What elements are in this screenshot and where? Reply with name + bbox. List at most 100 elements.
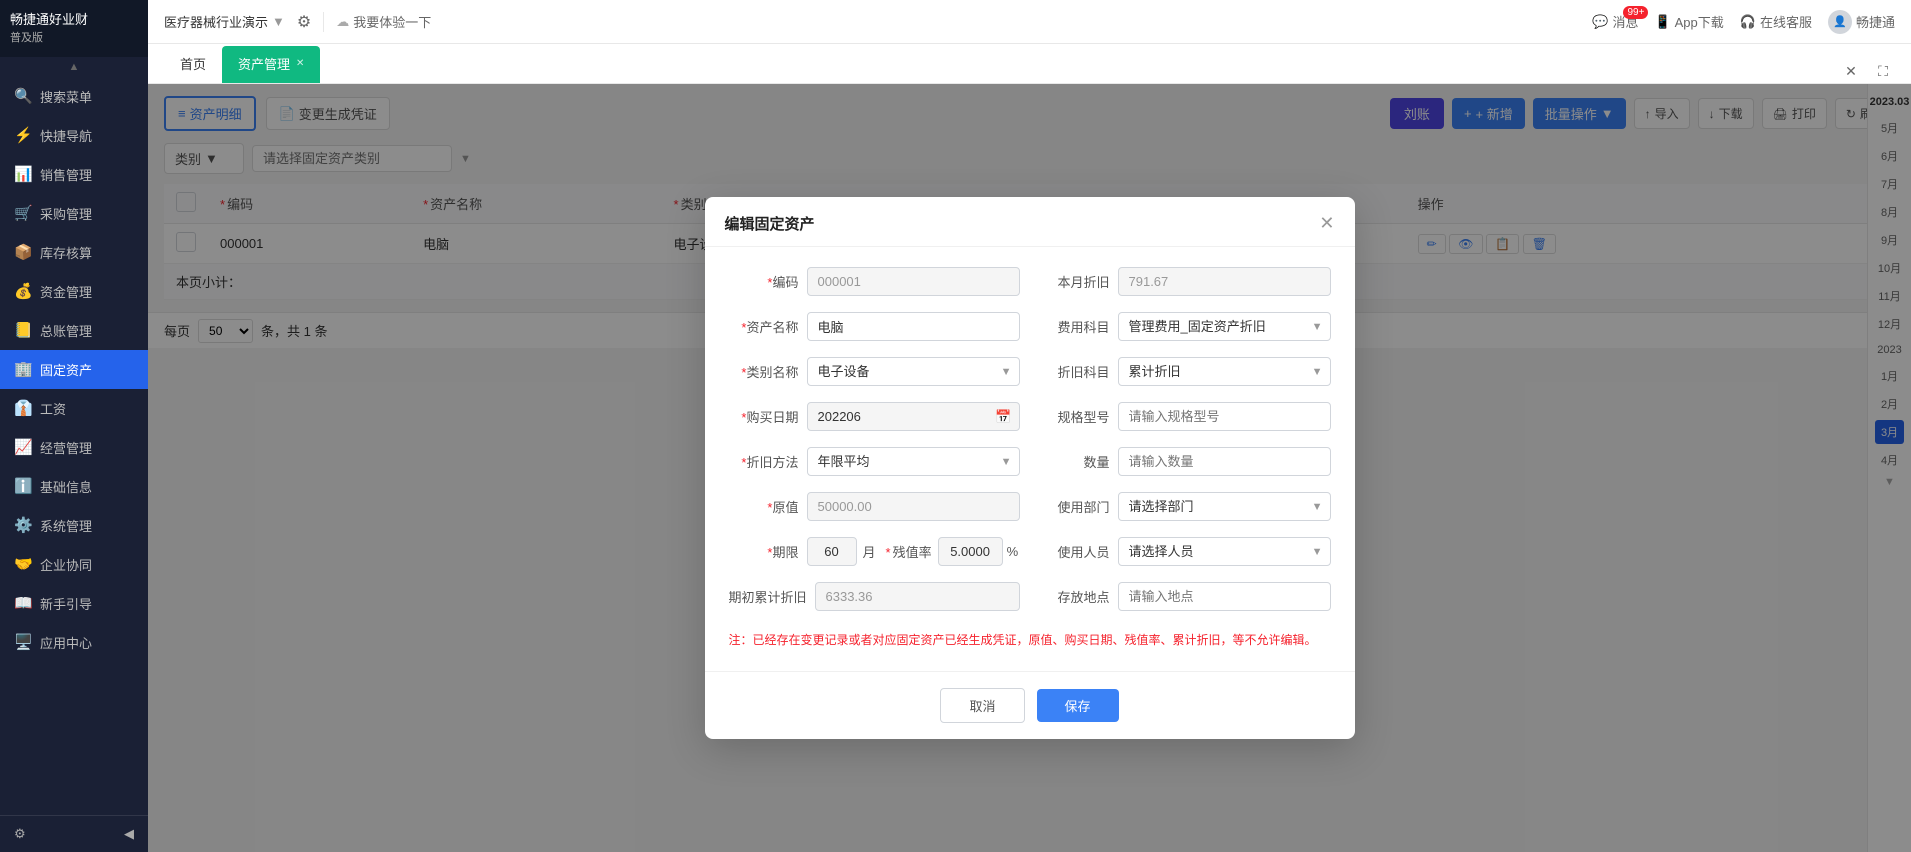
spec-field-group: 规格型号 <box>1040 402 1331 431</box>
sidebar-item-label: 采购管理 <box>40 204 92 223</box>
expense-subject-label: 费用科目 <box>1040 317 1110 336</box>
guide-icon: 📖 <box>14 594 32 612</box>
sidebar-item-search[interactable]: 🔍 搜索菜单 <box>0 77 148 116</box>
messages-badge: 99+ <box>1623 6 1648 19</box>
topbar-divider <box>323 12 324 32</box>
sidebar-item-system[interactable]: ⚙️ 系统管理 <box>0 506 148 545</box>
inventory-icon: 📦 <box>14 243 32 261</box>
sidebar-item-enterprise[interactable]: 🤝 企业协同 <box>0 545 148 584</box>
purchase-date-input[interactable] <box>807 402 1020 431</box>
modal-close-btn[interactable]: ✕ <box>1319 213 1334 234</box>
sidebar-item-label: 企业协同 <box>40 555 92 574</box>
dep-method-select[interactable]: 年限平均 <box>807 447 1020 476</box>
fixed-assets-icon: 🏢 <box>14 360 32 378</box>
operations-icon: 📈 <box>14 438 32 456</box>
sidebar-item-finance[interactable]: 💰 资金管理 <box>0 272 148 311</box>
category-label: *类别名称 <box>729 362 799 381</box>
tab-bar-right: ✕ ⛶ <box>1839 59 1895 83</box>
sidebar-item-quick-nav[interactable]: ⚡ 快捷导航 <box>0 116 148 155</box>
residual-input[interactable] <box>938 537 1003 566</box>
period-unit: 月 <box>863 542 876 561</box>
sidebar-item-label: 应用中心 <box>40 633 92 652</box>
period-field-group: *期限 月 *残值率 <box>729 537 1020 566</box>
sidebar-item-payroll[interactable]: 👔 工资 <box>0 389 148 428</box>
settings-icon[interactable]: ⚙ <box>14 826 26 842</box>
sidebar-item-guide[interactable]: 📖 新手引导 <box>0 584 148 623</box>
username: 畅捷通 <box>1856 12 1895 31</box>
content-area: ≡ 资产明细 📄 变更生成凭证 刘账 + + 新增 <box>148 84 1911 852</box>
sidebar-item-purchase[interactable]: 🛒 采购管理 <box>0 194 148 233</box>
messages-btn[interactable]: 💬 消息 99+ <box>1592 12 1638 31</box>
name-input[interactable] <box>807 312 1020 341</box>
sidebar-item-inventory[interactable]: 📦 库存核算 <box>0 233 148 272</box>
finance-icon: 💰 <box>14 282 32 300</box>
tab-home[interactable]: 首页 <box>164 46 222 83</box>
avatar: 👤 <box>1828 10 1852 34</box>
sidebar-item-ledger[interactable]: 📒 总账管理 <box>0 311 148 350</box>
modal-footer: 取消 保存 <box>705 671 1355 739</box>
purchase-date-wrapper: 📅 <box>807 402 1020 431</box>
spec-input[interactable] <box>1118 402 1331 431</box>
code-label: *编码 <box>729 272 799 291</box>
collapse-icon[interactable]: ◀ <box>124 826 134 842</box>
sidebar-item-basic-info[interactable]: ℹ️ 基础信息 <box>0 467 148 506</box>
project-settings-icon[interactable]: ⚙ <box>297 12 311 32</box>
dep-subject-field-group: 折旧科目 累计折旧 ▼ <box>1040 357 1331 386</box>
location-label: 存放地点 <box>1040 587 1110 606</box>
sidebar-nav: ▲ 🔍 搜索菜单 ⚡ 快捷导航 📊 销售管理 🛒 采购管理 📦 库存核算 <box>0 57 148 815</box>
category-select[interactable]: 电子设备 <box>807 357 1020 386</box>
user-label: 使用人员 <box>1040 542 1110 561</box>
sidebar-item-label: 新手引导 <box>40 594 92 613</box>
main-area: 医疗器械行业演示 ▼ ⚙ ☁ 我要体验一下 💬 消息 99+ 📱 App下载 <box>148 0 1911 852</box>
sidebar-item-operations[interactable]: 📈 经营管理 <box>0 428 148 467</box>
project-selector[interactable]: 医疗器械行业演示 ▼ <box>164 12 285 31</box>
purchase-date-label: *购买日期 <box>729 407 799 426</box>
download-icon: 📱 <box>1654 14 1670 30</box>
category-select-wrapper: 电子设备 ▼ <box>807 357 1020 386</box>
quantity-label: 数量 <box>1040 452 1110 471</box>
sidebar-item-label: 工资 <box>40 399 66 418</box>
monthly-dep-input[interactable] <box>1118 267 1331 296</box>
sidebar-item-fixed-assets[interactable]: 🏢 固定资产 <box>0 350 148 389</box>
user-select[interactable]: 请选择人员 <box>1118 537 1331 566</box>
save-button[interactable]: 保存 <box>1037 689 1119 722</box>
sidebar-item-sales[interactable]: 📊 销售管理 <box>0 155 148 194</box>
location-field-group: 存放地点 <box>1040 582 1331 611</box>
original-value-input[interactable] <box>807 492 1020 521</box>
quantity-input[interactable] <box>1118 447 1331 476</box>
sidebar-footer: ⚙ ◀ <box>0 815 148 852</box>
topbar-right: 💬 消息 99+ 📱 App下载 🎧 在线客服 👤 畅捷通 <box>1592 10 1895 34</box>
experience-btn[interactable]: ☁ 我要体验一下 <box>336 12 431 31</box>
cloud-icon: ☁ <box>336 14 349 30</box>
tab-asset-management[interactable]: 资产管理 ✕ <box>222 46 320 83</box>
ledger-icon: 📒 <box>14 321 32 339</box>
department-select[interactable]: 请选择部门 <box>1118 492 1331 521</box>
user-menu[interactable]: 👤 畅捷通 <box>1828 10 1895 34</box>
calendar-icon[interactable]: 📅 <box>995 409 1011 425</box>
residual-unit: % <box>1007 544 1019 559</box>
app-download-btn[interactable]: 📱 App下载 <box>1654 12 1723 31</box>
tab-asset-management-label: 资产管理 <box>238 54 290 73</box>
category-field-group: *类别名称 电子设备 ▼ <box>729 357 1020 386</box>
dep-subject-select[interactable]: 累计折旧 <box>1118 357 1331 386</box>
cancel-button[interactable]: 取消 <box>940 688 1024 723</box>
location-input[interactable] <box>1118 582 1331 611</box>
experience-label: 我要体验一下 <box>353 12 431 31</box>
topbar: 医疗器械行业演示 ▼ ⚙ ☁ 我要体验一下 💬 消息 99+ 📱 App下载 <box>148 0 1911 44</box>
residual-label: *残值率 <box>886 542 932 561</box>
department-select-wrapper: 请选择部门 ▼ <box>1118 492 1331 521</box>
sidebar-item-app-center[interactable]: 🖥️ 应用中心 <box>0 623 148 662</box>
residual-wrapper: % <box>938 537 1019 566</box>
original-value-label: *原值 <box>729 497 799 516</box>
tab-close-icon[interactable]: ✕ <box>296 58 304 69</box>
online-service-btn[interactable]: 🎧 在线客服 <box>1740 12 1812 31</box>
initial-dep-input[interactable] <box>815 582 1020 611</box>
period-input[interactable] <box>807 537 857 566</box>
window-expand-btn[interactable]: ⛶ <box>1871 59 1895 83</box>
code-input[interactable] <box>807 267 1020 296</box>
tab-bar: 首页 资产管理 ✕ ✕ ⛶ <box>148 44 1911 84</box>
app-download-label: App下载 <box>1675 12 1724 31</box>
expense-subject-select[interactable]: 管理费用_固定资产折旧 <box>1118 312 1331 341</box>
service-icon: 🎧 <box>1740 14 1756 30</box>
window-close-btn[interactable]: ✕ <box>1839 59 1863 83</box>
